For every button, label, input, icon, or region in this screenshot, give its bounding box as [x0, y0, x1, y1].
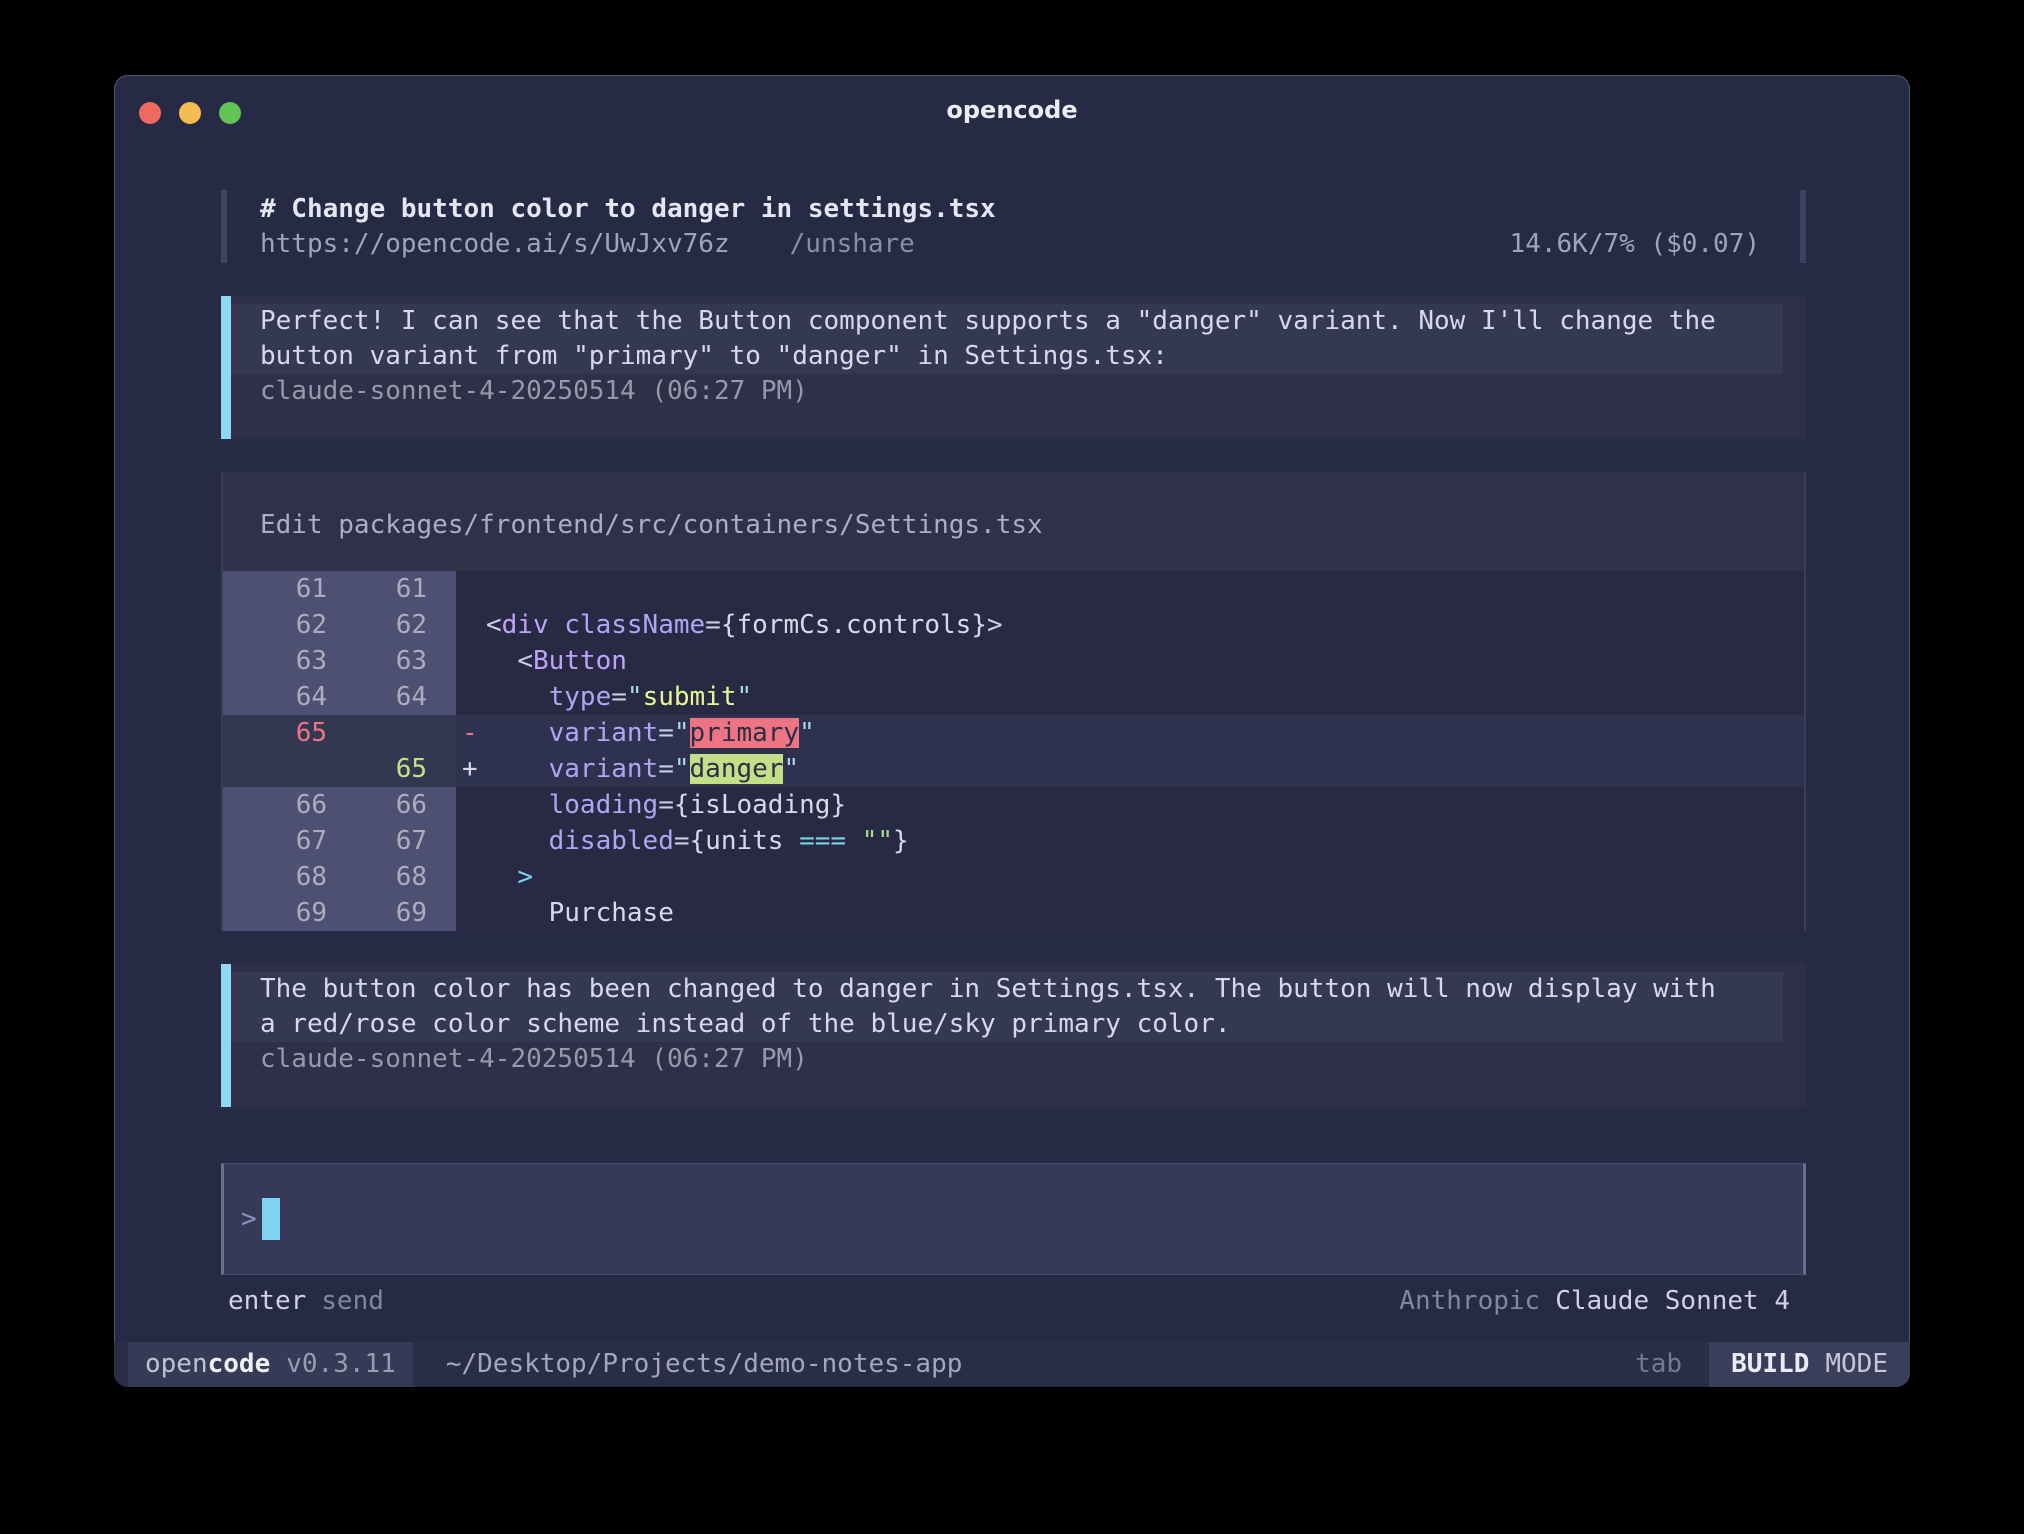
diff-row: 6666 loading={isLoading} — [223, 787, 1804, 823]
mode-suffix: MODE — [1825, 1349, 1888, 1379]
message-line: Perfect! I can see that the Button compo… — [231, 304, 1783, 339]
share-url-link[interactable]: https://opencode.ai/s/UwJxv76z — [260, 227, 730, 262]
message-line: button variant from "primary" to "danger… — [231, 339, 1783, 374]
app-version: v0.3.11 — [286, 1349, 396, 1379]
diff-row: 6767 disabled={units === ""} — [223, 823, 1804, 859]
message-line: The button color has been changed to dan… — [231, 972, 1783, 1007]
diff-code-line: > — [486, 859, 1804, 895]
diff-row: 6363 <Button — [223, 643, 1804, 679]
diff-row: 6464 type="submit" — [223, 679, 1804, 715]
diff-row: 6262 <div className={formCs.controls}> — [223, 607, 1804, 643]
diff-code-line: disabled={units === ""} — [486, 823, 1804, 859]
diff-gutter: 6868 — [223, 859, 456, 895]
message-line: a red/rose color scheme instead of the b… — [231, 1007, 1783, 1042]
diff-view: 61616262 <div className={formCs.controls}… — [223, 571, 1804, 931]
spacer — [384, 1284, 1384, 1319]
prompt-input[interactable]: > — [221, 1163, 1806, 1275]
diff-code-line: variant="danger" — [486, 751, 1804, 787]
diff-marker — [456, 607, 486, 643]
diff-marker — [456, 679, 486, 715]
diff-marker — [456, 643, 486, 679]
enter-key-hint: enter — [228, 1284, 306, 1319]
app-name-open: open — [145, 1349, 208, 1379]
assistant-message: The button color has been changed to dan… — [221, 964, 1806, 1107]
diff-code-line: loading={isLoading} — [486, 787, 1804, 823]
diff-gutter: 6464 — [223, 679, 456, 715]
diff-code-line — [486, 571, 1804, 607]
diff-marker — [456, 895, 486, 931]
tab-key-hint: tab — [1635, 1342, 1682, 1387]
message-meta: claude-sonnet-4-20250514 (06:27 PM) — [231, 1042, 1806, 1077]
edit-tool-card: Edit packages/frontend/src/containers/Se… — [221, 472, 1806, 931]
session-subheader: https://opencode.ai/s/UwJxv76z /unshare … — [260, 227, 1760, 262]
diff-code-line: <div className={formCs.controls}> — [486, 607, 1804, 643]
diff-code-line: variant="primary" — [486, 715, 1804, 751]
session-title: # Change button color to danger in setti… — [260, 192, 1760, 227]
diff-code-line: type="submit" — [486, 679, 1804, 715]
maximize-button[interactable] — [219, 102, 241, 124]
mode-name: BUILD — [1731, 1349, 1809, 1379]
minimize-button[interactable] — [179, 102, 201, 124]
diff-row: 6969 Purchase — [223, 895, 1804, 931]
edit-file-title: Edit packages/frontend/src/containers/Se… — [223, 472, 1804, 571]
spacer — [962, 1342, 1635, 1387]
hint-bar: enter send Anthropic Claude Sonnet 4 — [221, 1284, 1806, 1319]
diff-marker — [456, 571, 486, 607]
diff-gutter: 65 — [223, 715, 456, 751]
session-header: # Change button color to danger in setti… — [221, 190, 1806, 263]
app-version-chip: opencode v0.3.11 — [128, 1342, 413, 1387]
send-action-hint: send — [321, 1284, 384, 1319]
diff-gutter: 6262 — [223, 607, 456, 643]
diff-gutter: 6767 — [223, 823, 456, 859]
close-button[interactable] — [139, 102, 161, 124]
diff-marker — [456, 787, 486, 823]
prompt-symbol: > — [241, 1204, 257, 1234]
model-label: Claude Sonnet 4 — [1555, 1284, 1790, 1319]
spacer — [915, 227, 1510, 262]
diff-row: 65+ variant="danger" — [223, 751, 1804, 787]
unshare-command[interactable]: /unshare — [790, 227, 915, 262]
diff-marker: + — [456, 751, 486, 787]
provider-label: Anthropic — [1399, 1284, 1540, 1319]
mode-chip[interactable]: BUILD MODE — [1709, 1342, 1910, 1387]
diff-gutter: 6666 — [223, 787, 456, 823]
window-title: opencode — [114, 75, 1910, 145]
diff-marker: - — [456, 715, 486, 751]
diff-row: 6161 — [223, 571, 1804, 607]
diff-marker — [456, 823, 486, 859]
status-bar: opencode v0.3.11 ~/Desktop/Projects/demo-… — [114, 1342, 1910, 1387]
diff-marker — [456, 859, 486, 895]
app-name-code: code — [208, 1349, 271, 1379]
titlebar: opencode — [114, 75, 1910, 145]
diff-gutter: 6363 — [223, 643, 456, 679]
diff-gutter: 6969 — [223, 895, 456, 931]
context-stats: 14.6K/7% ($0.07) — [1510, 227, 1760, 262]
diff-code-line: Purchase — [486, 895, 1804, 931]
text-cursor — [262, 1198, 280, 1240]
assistant-message: Perfect! I can see that the Button compo… — [221, 296, 1806, 439]
diff-row: 6868 > — [223, 859, 1804, 895]
diff-code-line: <Button — [486, 643, 1804, 679]
opencode-window: opencode # Change button color to danger… — [114, 75, 1910, 1387]
session-content: # Change button color to danger in setti… — [114, 190, 1910, 1319]
diff-row: 65- variant="primary" — [223, 715, 1804, 751]
diff-gutter: 6161 — [223, 571, 456, 607]
diff-gutter: 65 — [223, 751, 456, 787]
working-directory: ~/Desktop/Projects/demo-notes-app — [446, 1342, 963, 1387]
message-meta: claude-sonnet-4-20250514 (06:27 PM) — [231, 374, 1806, 409]
